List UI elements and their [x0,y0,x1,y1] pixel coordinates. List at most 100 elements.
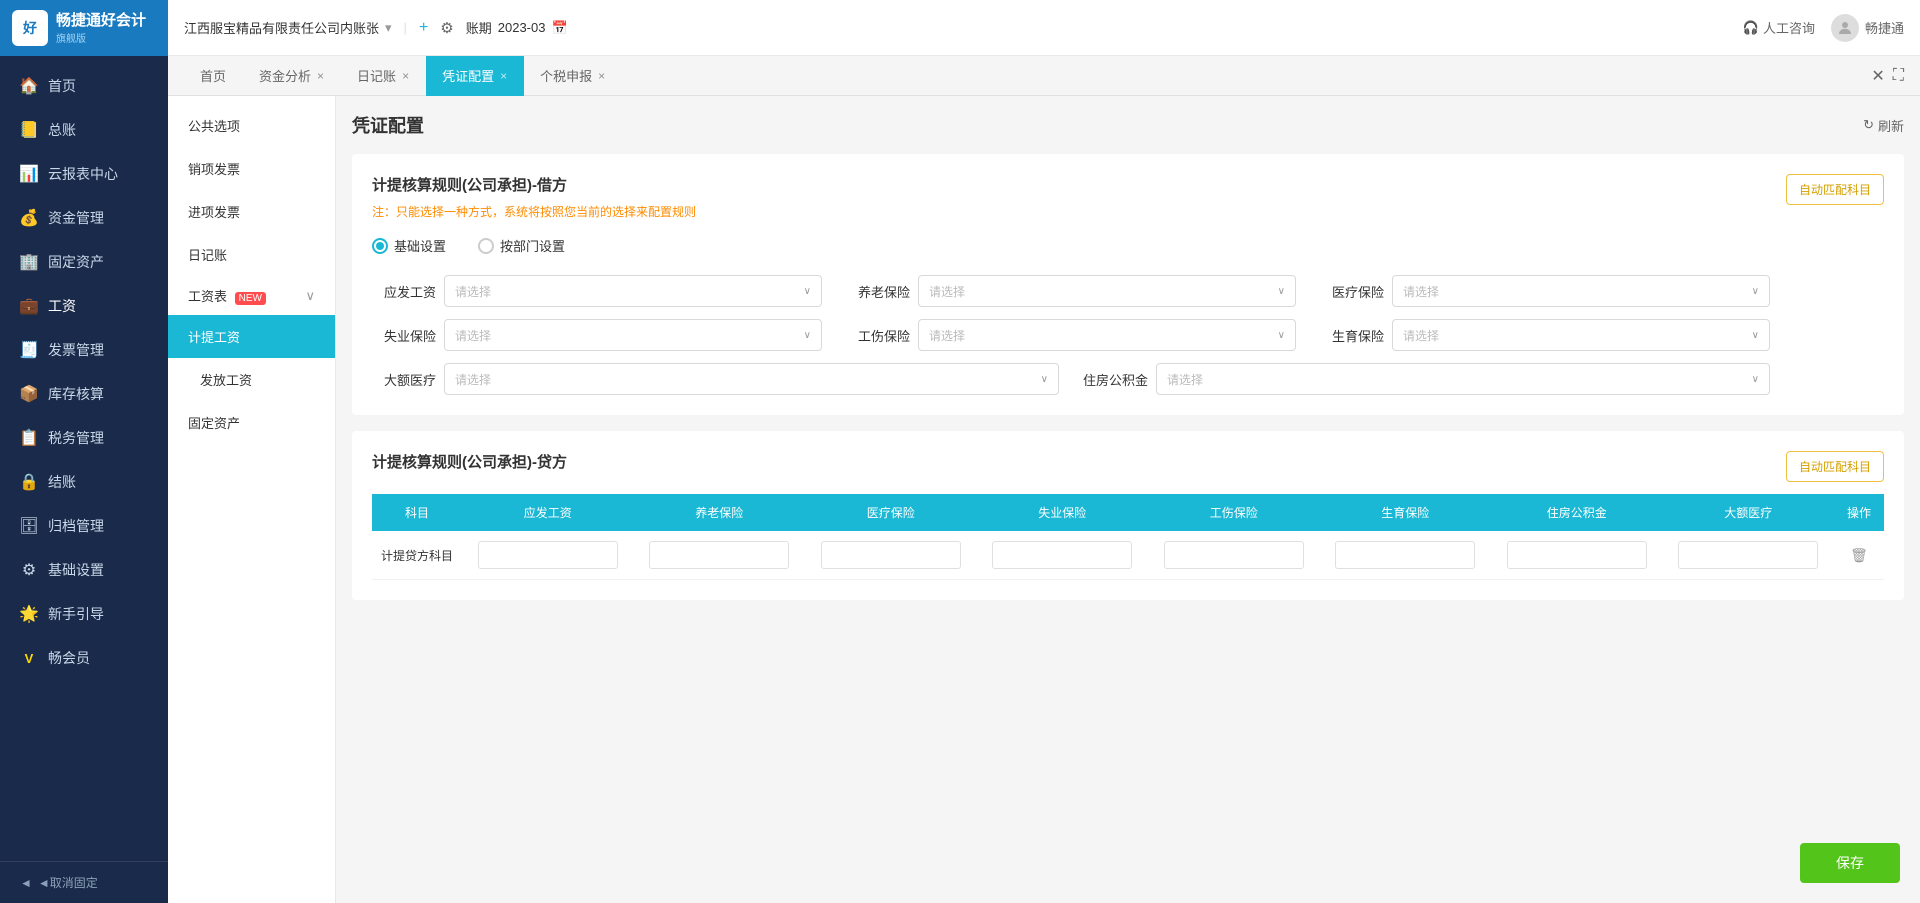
input-yingfa-credit[interactable] [478,541,618,569]
tab-voucher[interactable]: 凭证配置 × [426,56,524,96]
sidebar-item-assets[interactable]: 🏢 固定资产 [0,240,168,284]
input-yanglao-credit[interactable] [649,541,789,569]
select-yiliao[interactable]: 请选择 ∨ [1392,275,1770,307]
col-header-yiliao: 医疗保险 [805,494,977,531]
expand-tab-button[interactable]: ⛶ [1893,66,1904,86]
tab-close-capital[interactable]: × [317,69,324,83]
user-name: 畅捷通 [1865,18,1904,37]
input-zhufang-credit[interactable] [1507,541,1647,569]
select-gongshang[interactable]: 请选择 ∨ [918,319,1296,351]
select-dae[interactable]: 请选择 ∨ [444,363,1059,395]
tab-tax[interactable]: 个税申报 × [524,56,622,96]
left-nav-wage-table[interactable]: 工资表 NEW ∨ [168,276,335,315]
tab-close-journal[interactable]: × [402,69,409,83]
col-header-zhufang: 住房公积金 [1491,494,1663,531]
tab-home[interactable]: 首页 [184,56,243,96]
page-content: 公共选项 销项发票 进项发票 日记账 工资表 NEW ∨ 计提工资 [168,96,1920,903]
sidebar-item-settings[interactable]: ⚙ 基础设置 [0,548,168,592]
field-zhufang: 住房公积金 请选择 ∨ [1083,363,1770,395]
label-dae: 大额医疗 [372,370,436,389]
company-dropdown-icon: ▾ [385,20,392,36]
assets-icon: 🏢 [20,253,38,271]
label-shiye: 失业保险 [372,326,436,345]
cell-ops: 🗑 [1834,531,1884,580]
left-nav-journal[interactable]: 日记账 [168,233,335,276]
sidebar-item-home[interactable]: 🏠 首页 [0,64,168,108]
label-gongshang: 工伤保险 [846,326,910,345]
period-label: 账期 [466,18,492,37]
sidebar-item-guide[interactable]: 🌟 新手引导 [0,592,168,636]
settings-button[interactable]: ⚙ [440,19,453,37]
col-header-shengyu: 生育保险 [1320,494,1492,531]
radio-dept-setting[interactable]: 按部门设置 [478,236,565,255]
sidebar-item-archive[interactable]: 🗄 归档管理 [0,504,168,548]
cell-yiliao [805,531,977,580]
cell-gongshang [1148,531,1320,580]
sidebar-item-capital[interactable]: 💰 资金管理 [0,196,168,240]
sidebar-item-invoice[interactable]: 🧾 发票管理 [0,328,168,372]
input-dae-credit[interactable] [1678,541,1818,569]
sidebar-item-tax[interactable]: 📋 税务管理 [0,416,168,460]
user-menu[interactable]: 畅捷通 [1831,14,1904,42]
input-yiliao-credit[interactable] [821,541,961,569]
refresh-button[interactable]: ↻ 刷新 [1863,116,1904,135]
field-shengyu: 生育保险 请选择 ∨ [1320,319,1770,351]
calendar-icon: 📅 [551,20,567,36]
radio-basic-indicator [372,238,388,254]
auto-match-debit-button[interactable]: 自动匹配科目 [1786,174,1884,205]
sidebar-item-salary[interactable]: 💼 工资 [0,284,168,328]
expand-icon: ∨ [305,288,315,304]
col-header-dae: 大额医疗 [1663,494,1835,531]
input-shiye-credit[interactable] [992,541,1132,569]
radio-basic-setting[interactable]: 基础设置 [372,236,446,255]
input-gongshang-credit[interactable] [1164,541,1304,569]
delete-row-button[interactable]: 🗑 [1850,547,1868,563]
left-nav-public[interactable]: 公共选项 [168,104,335,147]
save-button[interactable]: 保存 [1800,843,1900,883]
left-nav-fixed-assets[interactable]: 固定资产 [168,401,335,444]
period-selector[interactable]: 账期 2023-03 📅 [466,18,568,37]
topbar: 江西服宝精品有限责任公司内账张 ▾ | + ⚙ 账期 2023-03 📅 🎧 人… [168,0,1920,56]
add-account-button[interactable]: + [419,19,428,37]
sidebar-item-report[interactable]: 📊 云报表中心 [0,152,168,196]
tabbar: 首页 资金分析 × 日记账 × 凭证配置 × 个税申报 × ✕ ⛶ [168,56,1920,96]
tab-journal[interactable]: 日记账 × [341,56,426,96]
select-zhufang[interactable]: 请选择 ∨ [1156,363,1770,395]
tab-close-voucher[interactable]: × [500,69,507,83]
tab-capital[interactable]: 资金分析 × [243,56,341,96]
select-shengyu[interactable]: 请选择 ∨ [1392,319,1770,351]
period-value: 2023-03 [498,20,546,35]
cancel-pin-button[interactable]: ◄ ◄取消固定 [0,861,168,903]
select-yanglao[interactable]: 请选择 ∨ [918,275,1296,307]
sidebar-item-close[interactable]: 🔒 结账 [0,460,168,504]
cell-yingfa [462,531,634,580]
select-shiye[interactable]: 请选择 ∨ [444,319,822,351]
left-nav-sales[interactable]: 销项发票 [168,147,335,190]
col-header-yanglao: 养老保险 [634,494,806,531]
left-nav-purchase[interactable]: 进项发票 [168,190,335,233]
section-credit-rules: 计提核算规则(公司承担)-贷方 自动匹配科目 科目 应发工资 养老保险 医疗保险… [352,431,1904,600]
row-label-jiti: 计提贷方科目 [372,531,462,580]
vip-icon: V [20,649,38,667]
tab-close-tax[interactable]: × [598,69,605,83]
cell-zhufang [1491,531,1663,580]
label-yingfa: 应发工资 [372,282,436,301]
sidebar-item-ledger[interactable]: 📒 总账 [0,108,168,152]
sidebar-item-vip[interactable]: V 畅会员 [0,636,168,680]
left-navigation: 公共选项 销项发票 进项发票 日记账 工资表 NEW ∨ 计提工资 [168,96,336,903]
field-yingfa-gongzi: 应发工资 请选择 ∨ [372,275,822,307]
radio-dept-indicator [478,238,494,254]
input-shengyu-credit[interactable] [1335,541,1475,569]
label-yanglao: 养老保险 [846,282,910,301]
auto-match-credit-button[interactable]: 自动匹配科目 [1786,451,1884,482]
service-button[interactable]: 🎧 人工咨询 [1743,18,1815,37]
select-yingfa[interactable]: 请选择 ∨ [444,275,822,307]
left-nav-wage-pay[interactable]: 发放工资 [168,358,335,401]
credit-table: 科目 应发工资 养老保险 医疗保险 失业保险 工伤保险 生育保险 住房公积金 大… [372,494,1884,580]
sidebar-item-inventory[interactable]: 📦 库存核算 [0,372,168,416]
left-nav-wage-calc[interactable]: 计提工资 [168,315,335,358]
close-tab-button[interactable]: ✕ [1871,66,1884,86]
cancel-pin-icon: ◄ [20,876,32,890]
app-logo-text: 畅捷通好会计 旗舰版 [56,12,146,45]
company-selector[interactable]: 江西服宝精品有限责任公司内账张 ▾ [184,18,392,37]
